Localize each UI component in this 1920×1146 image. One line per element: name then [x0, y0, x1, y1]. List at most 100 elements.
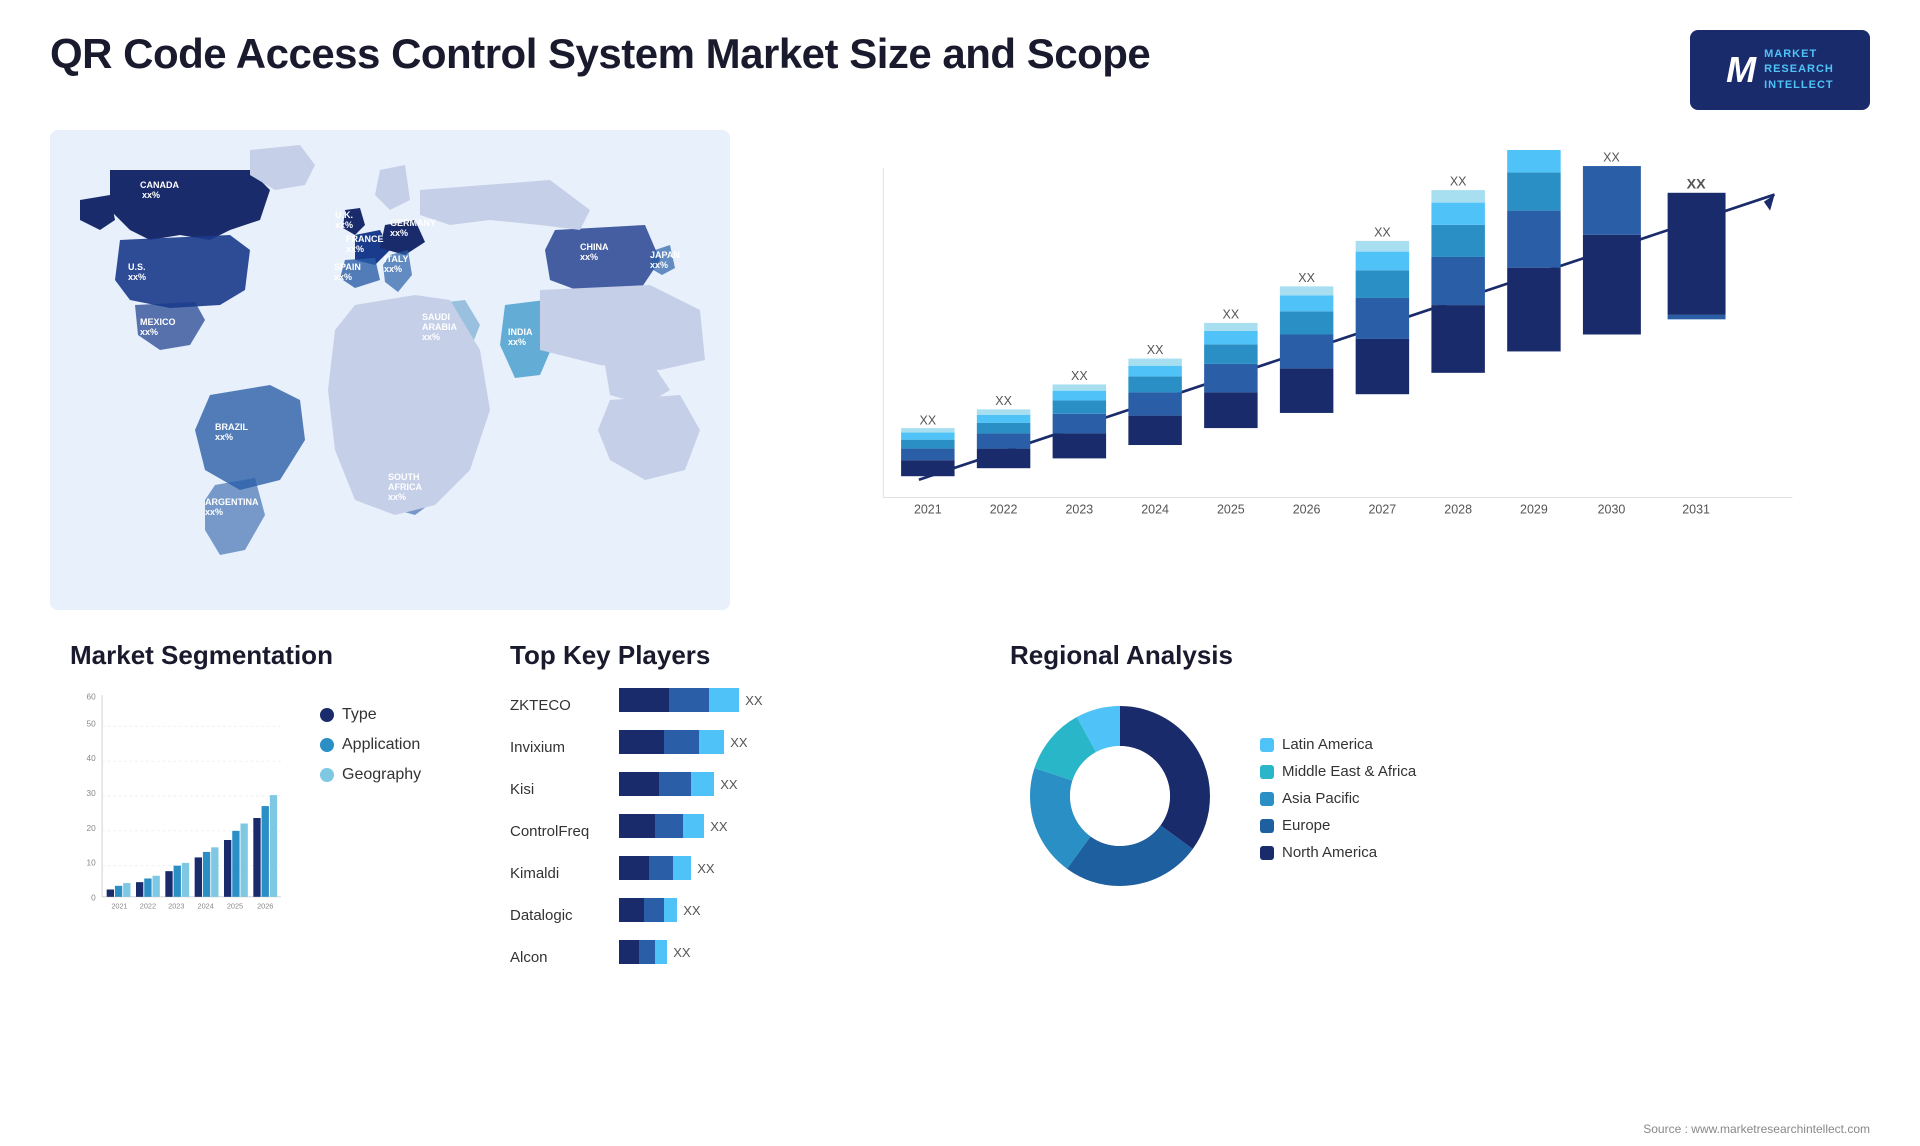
svg-text:2021: 2021	[914, 503, 942, 517]
svg-text:40: 40	[86, 754, 96, 763]
svg-text:60: 60	[86, 693, 96, 702]
svg-text:GERMANY: GERMANY	[390, 218, 436, 228]
bar-label-invixium: XX	[730, 735, 747, 750]
svg-text:U.S.: U.S.	[128, 262, 146, 272]
legend-label-type: Type	[342, 706, 377, 724]
bar-label-datalogic: XX	[683, 903, 700, 918]
svg-text:2028: 2028	[1444, 503, 1472, 517]
svg-text:ARGENTINA: ARGENTINA	[205, 497, 259, 507]
legend-application: Application	[320, 736, 421, 754]
reg-label-latin: Latin America	[1282, 736, 1373, 753]
svg-text:XX: XX	[1147, 343, 1164, 357]
svg-text:xx%: xx%	[384, 264, 402, 274]
player-controlfreq: ControlFreq	[510, 817, 589, 845]
svg-text:ITALY: ITALY	[384, 254, 409, 264]
svg-text:2022: 2022	[140, 902, 156, 911]
svg-text:SAUDI: SAUDI	[422, 312, 450, 322]
legend-geography: Geography	[320, 766, 421, 784]
reg-label-europe: Europe	[1282, 817, 1330, 834]
segmentation-panel: Market Segmentation 0 10 20 30 40 50	[50, 630, 470, 1010]
svg-text:2025: 2025	[227, 902, 243, 911]
player-kisi: Kisi	[510, 775, 589, 803]
reg-legend-northamerica: North America	[1260, 844, 1416, 861]
svg-text:xx%: xx%	[508, 337, 526, 347]
segmentation-title: Market Segmentation	[70, 640, 450, 671]
svg-text:2022: 2022	[990, 503, 1018, 517]
bar-label-controlfreq: XX	[710, 819, 727, 834]
svg-text:10: 10	[86, 859, 96, 868]
svg-text:XX: XX	[920, 414, 937, 428]
bar-row-zkteco: XX	[619, 686, 950, 714]
segmentation-legend: Type Application Geography	[320, 686, 421, 784]
svg-text:XX: XX	[1298, 271, 1315, 285]
svg-text:0: 0	[91, 893, 96, 902]
top-section: CANADA xx% U.S. xx% MEXICO xx% BRAZIL xx…	[50, 130, 1870, 610]
svg-text:XX: XX	[1374, 225, 1391, 239]
svg-text:JAPAN: JAPAN	[650, 250, 680, 260]
regional-panel: Regional Analysis	[990, 630, 1870, 1010]
player-datalogic: Datalogic	[510, 901, 589, 929]
svg-text:xx%: xx%	[390, 228, 408, 238]
svg-text:xx%: xx%	[346, 244, 364, 254]
svg-text:2031: 2031	[1682, 503, 1710, 517]
svg-text:xx%: xx%	[422, 332, 440, 342]
player-names: ZKTECO Invixium Kisi ControlFreq Kimaldi…	[510, 686, 589, 971]
legend-type: Type	[320, 706, 421, 724]
svg-text:2030: 2030	[1598, 503, 1626, 517]
logo-letter: M	[1726, 49, 1756, 91]
donut-chart-wrap	[1010, 686, 1230, 911]
reg-legend-asia: Asia Pacific	[1260, 790, 1416, 807]
svg-text:2029: 2029	[1520, 503, 1548, 517]
svg-text:2027: 2027	[1369, 503, 1397, 517]
svg-text:MEXICO: MEXICO	[140, 317, 176, 327]
reg-dot-mea	[1260, 765, 1274, 779]
bar-row-invixium: XX	[619, 728, 950, 756]
svg-text:2024: 2024	[198, 902, 214, 911]
svg-text:BRAZIL: BRAZIL	[215, 422, 248, 432]
legend-dot-geography	[320, 768, 334, 782]
svg-text:2026: 2026	[257, 902, 273, 911]
world-map-svg: CANADA xx% U.S. xx% MEXICO xx% BRAZIL xx…	[50, 130, 730, 610]
svg-text:ARABIA: ARABIA	[422, 322, 457, 332]
world-map-container: CANADA xx% U.S. xx% MEXICO xx% BRAZIL xx…	[50, 130, 730, 610]
svg-text:INDIA: INDIA	[508, 327, 533, 337]
logo-box: M MARKETRESEARCHINTELLECT	[1690, 30, 1870, 110]
bar-label-kimaldi: XX	[697, 861, 714, 876]
svg-text:CANADA: CANADA	[140, 180, 179, 190]
svg-text:xx%: xx%	[580, 252, 598, 262]
logo-line1: MARKETRESEARCHINTELLECT	[1764, 47, 1834, 93]
svg-text:SOUTH: SOUTH	[388, 472, 420, 482]
svg-text:2023: 2023	[168, 902, 184, 911]
logo-area: M MARKETRESEARCHINTELLECT	[1690, 30, 1870, 110]
reg-label-northamerica: North America	[1282, 844, 1377, 861]
players-list: ZKTECO Invixium Kisi ControlFreq Kimaldi…	[510, 686, 950, 971]
svg-text:xx%: xx%	[650, 260, 668, 270]
svg-text:xx%: xx%	[334, 272, 352, 282]
player-alcon: Alcon	[510, 943, 589, 971]
bar-row-kisi: XX	[619, 770, 950, 798]
regional-content: Latin America Middle East & Africa Asia …	[1010, 686, 1850, 911]
player-kimaldi: Kimaldi	[510, 859, 589, 887]
svg-text:CHINA: CHINA	[580, 242, 609, 252]
svg-text:xx%: xx%	[215, 432, 233, 442]
reg-legend-mea: Middle East & Africa	[1260, 763, 1416, 780]
bar-row-datalogic: XX	[619, 896, 950, 924]
bar-row-kimaldi: XX	[619, 854, 950, 882]
svg-text:xx%: xx%	[205, 507, 223, 517]
reg-label-asia: Asia Pacific	[1282, 790, 1360, 807]
reg-dot-northamerica	[1260, 846, 1274, 860]
svg-text:50: 50	[86, 719, 96, 728]
svg-text:XX: XX	[1687, 176, 1707, 192]
svg-text:U.K.: U.K.	[335, 210, 353, 220]
svg-text:FRANCE: FRANCE	[346, 234, 384, 244]
segmentation-svg: 0 10 20 30 40 50 60	[70, 686, 290, 943]
svg-text:xx%: xx%	[335, 220, 353, 230]
key-players-panel: Top Key Players ZKTECO Invixium Kisi Con…	[490, 630, 970, 1010]
regional-legend: Latin America Middle East & Africa Asia …	[1260, 736, 1416, 861]
svg-text:AFRICA: AFRICA	[388, 482, 422, 492]
page-title: QR Code Access Control System Market Siz…	[50, 30, 1150, 78]
svg-text:XX: XX	[1603, 151, 1620, 165]
page-container: QR Code Access Control System Market Siz…	[0, 0, 1920, 1146]
svg-text:20: 20	[86, 824, 96, 833]
bar-label-zkteco: XX	[745, 693, 762, 708]
